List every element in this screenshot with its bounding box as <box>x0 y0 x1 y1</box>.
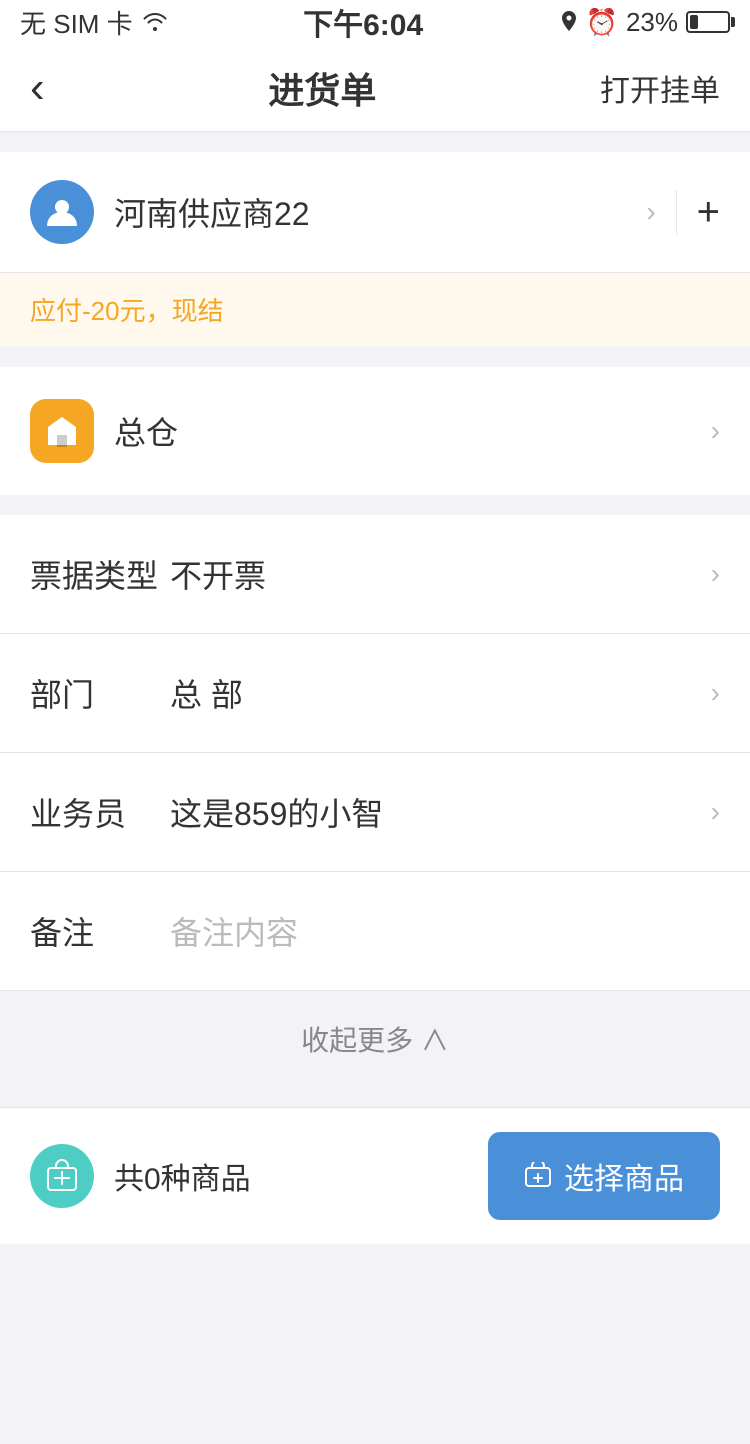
status-bar: 无 SIM 卡 下午6:04 ⏰ 23% <box>0 0 750 44</box>
nav-bar: ‹ 进货单 打开挂单 <box>0 44 750 132</box>
wifi-icon <box>143 7 167 38</box>
supplier-row[interactable]: 河南供应商22 › + <box>0 152 750 273</box>
battery-text: 23% <box>626 7 678 38</box>
invoice-type-row[interactable]: 票据类型 不开票 › <box>0 515 750 634</box>
carrier-text: 无 SIM 卡 <box>20 4 133 41</box>
salesperson-row[interactable]: 业务员 这是859的小智 › <box>0 753 750 872</box>
invoice-type-value: 不开票 <box>170 551 711 597</box>
supplier-add-button[interactable]: + <box>676 190 720 235</box>
select-product-button[interactable]: 选择商品 <box>488 1132 720 1220</box>
supplier-avatar <box>30 180 94 244</box>
department-label: 部门 <box>30 670 170 716</box>
warehouse-row[interactable]: 总仓 › <box>0 367 750 495</box>
page-title: 进货单 <box>268 62 376 114</box>
salesperson-chevron-icon: › <box>711 796 720 828</box>
warehouse-icon <box>30 399 94 463</box>
page-background <box>0 1244 750 1444</box>
status-time: 下午6:04 <box>303 0 423 44</box>
salesperson-label: 业务员 <box>30 789 170 835</box>
supplier-section: 河南供应商22 › + 应付-20元，现结 <box>0 152 750 347</box>
invoice-type-label: 票据类型 <box>30 551 170 597</box>
department-chevron-icon: › <box>711 677 720 709</box>
status-right: ⏰ 23% <box>560 7 730 38</box>
supplier-chevron-icon: › <box>646 196 655 228</box>
section-gap-3 <box>0 495 750 515</box>
warehouse-chevron-icon: › <box>711 415 720 447</box>
alarm-icon: ⏰ <box>586 7 618 38</box>
location-icon <box>560 7 578 38</box>
remark-label: 备注 <box>30 908 170 954</box>
warehouse-label: 总仓 <box>114 408 711 454</box>
open-hang-button[interactable]: 打开挂单 <box>600 66 720 110</box>
notice-bar: 应付-20元，现结 <box>0 273 750 347</box>
remark-row[interactable]: 备注 备注内容 <box>0 872 750 990</box>
invoice-type-chevron-icon: › <box>711 558 720 590</box>
supplier-name: 河南供应商22 <box>114 189 646 235</box>
product-count: 共0种商品 <box>114 1154 488 1198</box>
battery-icon <box>686 11 730 33</box>
department-row[interactable]: 部门 总 部 › <box>0 634 750 753</box>
status-left: 无 SIM 卡 <box>20 4 167 41</box>
form-section: 票据类型 不开票 › 部门 总 部 › 业务员 这是859的小智 › 备注 备注… <box>0 515 750 990</box>
notice-text: 应付-20元，现结 <box>30 296 224 326</box>
remark-placeholder: 备注内容 <box>170 908 720 954</box>
section-gap-2 <box>0 347 750 367</box>
warehouse-section: 总仓 › <box>0 367 750 495</box>
salesperson-value: 这是859的小智 <box>170 789 711 835</box>
collapse-bar[interactable]: 收起更多 ∧ <box>0 990 750 1087</box>
collapse-label: 收起更多 ∧ <box>301 1025 449 1056</box>
select-product-label: 选择商品 <box>564 1154 684 1198</box>
section-gap-1 <box>0 132 750 152</box>
product-icon <box>30 1144 94 1208</box>
back-button[interactable]: ‹ <box>30 63 45 113</box>
section-gap-4 <box>0 1087 750 1107</box>
department-value: 总 部 <box>170 670 711 716</box>
bottom-bar: 共0种商品 选择商品 <box>0 1107 750 1244</box>
